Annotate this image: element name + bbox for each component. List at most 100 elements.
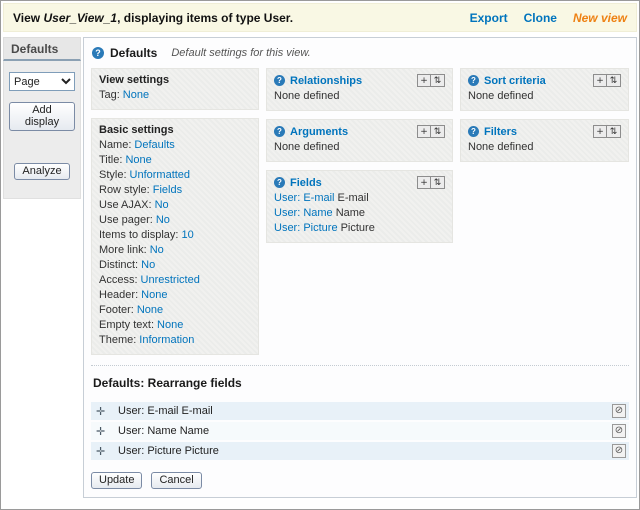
field-row: User: Name Name <box>274 206 445 221</box>
rearrange-row[interactable]: ✛ User: Picture Picture ⊘ <box>91 442 629 460</box>
setting-value-link[interactable]: None <box>125 154 151 166</box>
setting-label: Use pager: <box>99 214 153 226</box>
cancel-button[interactable]: Cancel <box>151 472 202 489</box>
clone-link[interactable]: Clone <box>524 11 557 25</box>
setting-label: Access: <box>99 274 138 286</box>
setting-value-link[interactable]: None <box>157 319 183 331</box>
setting-value-link[interactable]: No <box>156 214 170 226</box>
remove-field-icon[interactable]: ⊘ <box>612 424 626 438</box>
help-icon[interactable]: ? <box>274 126 285 137</box>
new-view-link[interactable]: New view <box>573 11 627 25</box>
filters-title-link[interactable]: Filters <box>484 126 517 138</box>
add-display-button[interactable]: Add display <box>9 102 75 131</box>
rearrange-icon[interactable]: ⇅ <box>431 74 445 87</box>
setting-row: Name: Defaults <box>99 138 251 153</box>
relationships-title-link[interactable]: Relationships <box>290 75 362 87</box>
filters-buttons: + ⇅ <box>593 125 621 138</box>
setting-label: Theme: <box>99 334 137 346</box>
settings-grid: View settings Tag: None Basic settings Na… <box>91 68 629 355</box>
rearrange-row[interactable]: ✛ User: Name Name ⊘ <box>91 422 629 440</box>
setting-row: Title: None <box>99 153 251 168</box>
remove-field-icon[interactable]: ⊘ <box>612 444 626 458</box>
drag-handle-icon[interactable]: ✛ <box>96 425 118 438</box>
setting-row: Use pager: No <box>99 213 251 228</box>
drag-handle-icon[interactable]: ✛ <box>96 445 118 458</box>
setting-label: Empty text: <box>99 319 155 331</box>
settings-column-1: View settings Tag: None Basic settings Na… <box>91 68 259 355</box>
panel-subtitle: Default settings for this view. <box>171 47 311 59</box>
drag-handle-icon[interactable]: ✛ <box>96 405 118 418</box>
setting-label: Header: <box>99 289 139 301</box>
fields-title-link[interactable]: Fields <box>290 177 322 189</box>
analyze-button[interactable]: Analyze <box>14 163 70 180</box>
setting-value-link[interactable]: No <box>150 244 164 256</box>
setting-row: Row style: Fields <box>99 183 251 198</box>
field-suffix: E-mail <box>337 192 369 204</box>
setting-value-link[interactable]: No <box>141 259 155 271</box>
setting-row: Access: Unrestricted <box>99 273 251 288</box>
field-link[interactable]: User: E-mail <box>274 192 335 204</box>
setting-value-link[interactable]: Unformatted <box>130 169 191 181</box>
setting-row: Header: None <box>99 288 251 303</box>
display-type-select[interactable]: Page <box>9 72 75 91</box>
rearrange-row-label: User: Picture Picture <box>118 445 219 457</box>
setting-value-link[interactable]: 10 <box>181 229 193 241</box>
field-link[interactable]: User: Picture <box>274 222 338 234</box>
field-row: User: E-mail E-mail <box>274 191 445 206</box>
view-header: View User_View_1, displaying items of ty… <box>3 3 637 32</box>
display-controls: Page Add display Analyze <box>3 61 81 199</box>
setting-row: Distinct: No <box>99 258 251 273</box>
content-area: Defaults Page Add display Analyze ? Defa… <box>3 37 637 498</box>
rearrange-row-label: User: Name Name <box>118 425 210 437</box>
arguments-title-link[interactable]: Arguments <box>290 126 348 138</box>
setting-value-link[interactable]: No <box>155 199 169 211</box>
setting-row: Empty text: None <box>99 318 251 333</box>
field-link[interactable]: User: Name <box>274 207 333 219</box>
panel-title: Defaults <box>110 46 158 60</box>
help-icon[interactable]: ? <box>274 177 285 188</box>
help-icon[interactable]: ? <box>468 126 479 137</box>
tab-defaults[interactable]: Defaults <box>3 37 81 61</box>
help-icon[interactable]: ? <box>468 75 479 86</box>
add-icon[interactable]: + <box>593 74 607 87</box>
rearrange-icon[interactable]: ⇅ <box>431 176 445 189</box>
sort-criteria-title-link[interactable]: Sort criteria <box>484 75 546 87</box>
add-icon[interactable]: + <box>417 176 431 189</box>
help-icon[interactable]: ? <box>274 75 285 86</box>
relationships-header: ? Relationships + ⇅ <box>274 74 445 87</box>
setting-value-link[interactable]: Unrestricted <box>141 274 200 286</box>
relationships-buttons: + ⇅ <box>417 74 445 87</box>
setting-value-link[interactable]: None <box>123 89 149 101</box>
view-title-prefix: View <box>13 11 41 25</box>
remove-field-icon[interactable]: ⊘ <box>612 404 626 418</box>
help-icon[interactable]: ? <box>92 47 104 59</box>
add-icon[interactable]: + <box>417 125 431 138</box>
displays-sidebar: Defaults Page Add display Analyze <box>3 37 81 199</box>
arguments-buttons: + ⇅ <box>417 125 445 138</box>
setting-value-link[interactable]: None <box>137 304 163 316</box>
arguments-header: ? Arguments + ⇅ <box>274 125 445 138</box>
setting-row: Items to display: 10 <box>99 228 251 243</box>
add-icon[interactable]: + <box>593 125 607 138</box>
rearrange-icon[interactable]: ⇅ <box>607 125 621 138</box>
setting-value-link[interactable]: Fields <box>153 184 182 196</box>
arguments-box: ? Arguments + ⇅ None defined <box>266 119 453 162</box>
empty-text: None defined <box>468 141 534 153</box>
sort-criteria-header: ? Sort criteria + ⇅ <box>468 74 621 87</box>
setting-label: Name: <box>99 139 132 151</box>
rearrange-row[interactable]: ✛ User: E-mail E-mail ⊘ <box>91 402 629 420</box>
rearrange-icon[interactable]: ⇅ <box>607 74 621 87</box>
empty-text: None defined <box>274 141 340 153</box>
setting-value-link[interactable]: None <box>141 289 167 301</box>
view-title: View User_View_1, displaying items of ty… <box>13 11 293 25</box>
setting-value-link[interactable]: Defaults <box>134 139 174 151</box>
export-link[interactable]: Export <box>470 11 508 25</box>
update-button[interactable]: Update <box>91 472 143 489</box>
fields-header: ? Fields + ⇅ <box>274 176 445 189</box>
setting-value-link[interactable]: Information <box>139 334 194 346</box>
setting-label: Row style: <box>99 184 150 196</box>
empty-text: None defined <box>274 90 340 102</box>
rearrange-icon[interactable]: ⇅ <box>431 125 445 138</box>
rearrange-row-label: User: E-mail E-mail <box>118 405 213 417</box>
add-icon[interactable]: + <box>417 74 431 87</box>
